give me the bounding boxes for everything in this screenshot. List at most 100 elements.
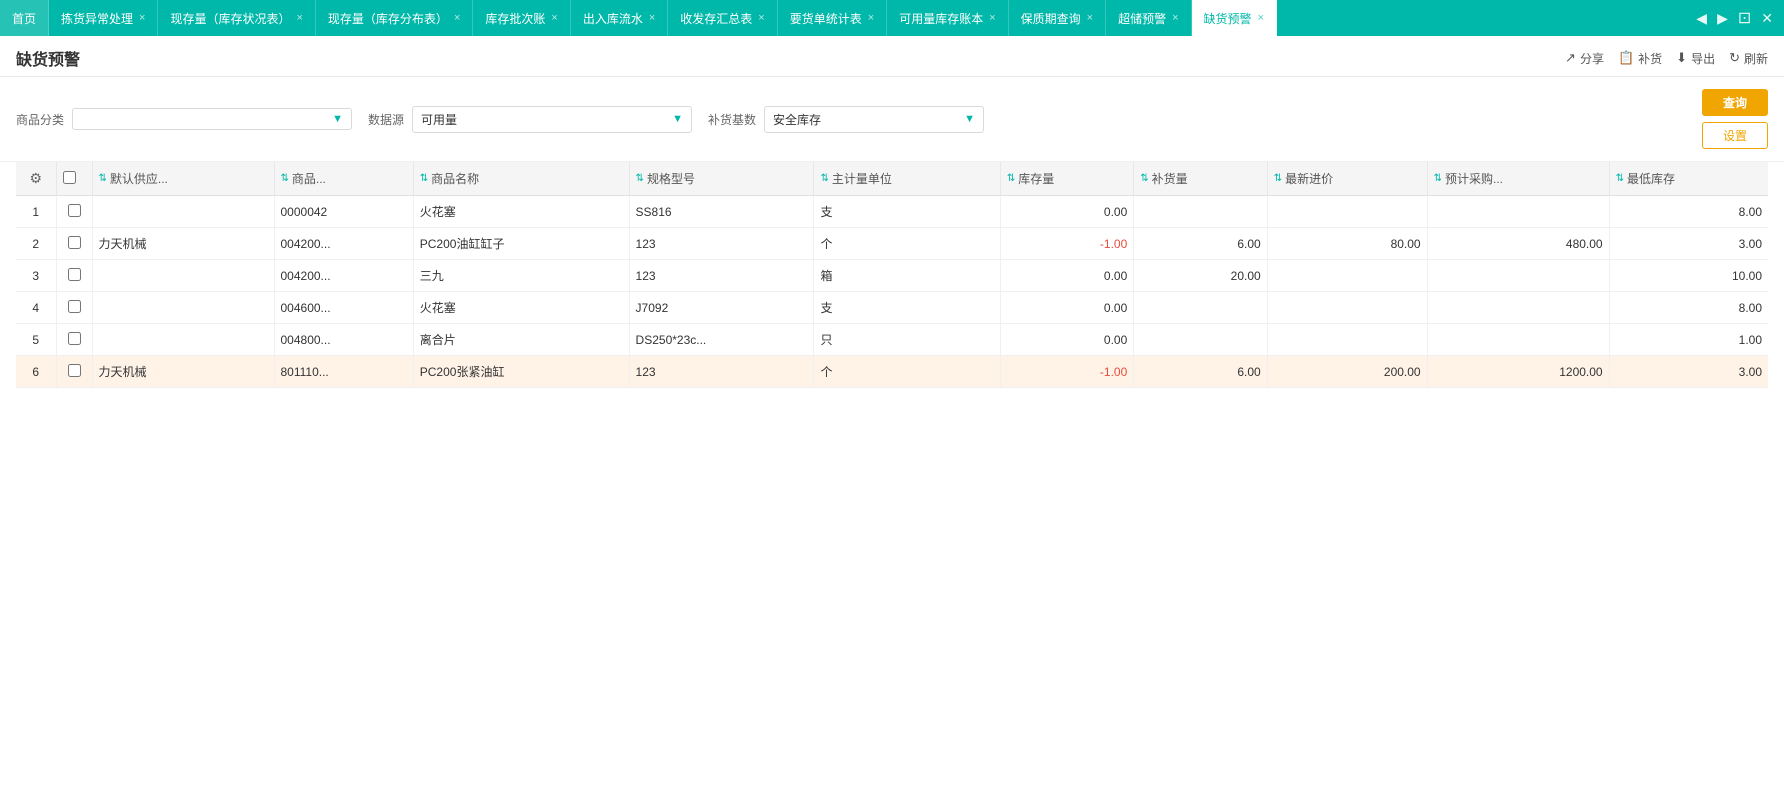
nav-tab-close-6[interactable]: × (758, 12, 764, 24)
replenish-icon: 📋 (1618, 50, 1634, 66)
th-checkbox (56, 162, 92, 196)
nav-tab-close-4[interactable]: × (551, 12, 557, 24)
page-content: 缺货预警 ↗ 分享 📋 补货 ⬇ 导出 ↻ 刷新 商品分类 (0, 36, 1784, 796)
nav-tab-5[interactable]: 出入库流水× (571, 0, 668, 36)
nav-tab-close-8[interactable]: × (989, 12, 995, 24)
filter-actions: 查询 设置 (1702, 89, 1768, 149)
row-checkbox-1[interactable] (56, 228, 92, 260)
replenish-select-value: 安全库存 (773, 111, 958, 128)
row-checkbox-input-1[interactable] (68, 236, 81, 249)
row-min-stock-5: 3.00 (1609, 356, 1768, 388)
row-index-4: 5 (16, 324, 56, 356)
nav-close-btn[interactable]: ✕ (1756, 10, 1778, 27)
nav-tab-close-7[interactable]: × (868, 12, 874, 24)
row-code-0: 0000042 (274, 196, 413, 228)
row-replenish-1: 6.00 (1134, 228, 1267, 260)
row-checkbox-2[interactable] (56, 260, 92, 292)
th-spec-sort-icon: ⇅ (636, 173, 644, 184)
row-checkbox-0[interactable] (56, 196, 92, 228)
nav-tab-4[interactable]: 库存批次账× (473, 0, 570, 36)
row-stock-5: -1.00 (1000, 356, 1133, 388)
nav-tab-8[interactable]: 可用量库存账本× (887, 0, 1008, 36)
nav-tab-close-9[interactable]: × (1087, 12, 1093, 24)
th-min-stock: ⇅ 最低库存 (1609, 162, 1768, 196)
nav-tab-close-10[interactable]: × (1172, 12, 1178, 24)
export-label: 导出 (1691, 50, 1715, 67)
row-name-1: PC200油缸缸子 (413, 228, 629, 260)
nav-tab-close-11[interactable]: × (1258, 12, 1264, 24)
row-checkbox-input-4[interactable] (68, 332, 81, 345)
nav-tab-11[interactable]: 缺货预警× (1192, 0, 1277, 36)
row-supplier-3 (92, 292, 274, 324)
th-expected-sort-icon: ⇅ (1434, 173, 1442, 184)
nav-tab-9[interactable]: 保质期查询× (1009, 0, 1106, 36)
row-spec-0: SS816 (629, 196, 814, 228)
row-checkbox-5[interactable] (56, 356, 92, 388)
row-supplier-2 (92, 260, 274, 292)
table-row: 4004600...火花塞J7092支0.008.00 (16, 292, 1768, 324)
th-code: ⇅ 商品... (274, 162, 413, 196)
th-unit-label: 主计量单位 (832, 170, 892, 187)
datasource-filter-group: 数据源 可用量 ▼ (368, 106, 692, 133)
row-spec-4: DS250*23c... (629, 324, 814, 356)
nav-tab-1[interactable]: 拣货异常处理× (49, 0, 158, 36)
refresh-button[interactable]: ↻ 刷新 (1729, 50, 1768, 67)
th-name: ⇅ 商品名称 (413, 162, 629, 196)
table-gear-icon[interactable]: ⚙ (29, 170, 42, 187)
th-replenish-sort-icon: ⇅ (1140, 173, 1148, 184)
nav-prev-btn[interactable]: ◀ (1691, 10, 1712, 27)
row-checkbox-input-2[interactable] (68, 268, 81, 281)
row-code-2: 004200... (274, 260, 413, 292)
row-spec-5: 123 (629, 356, 814, 388)
query-button[interactable]: 查询 (1702, 89, 1768, 116)
export-button[interactable]: ⬇ 导出 (1676, 50, 1715, 67)
row-index-3: 4 (16, 292, 56, 324)
category-select[interactable]: ▼ (72, 108, 352, 130)
row-replenish-0 (1134, 196, 1267, 228)
nav-tab-close-5[interactable]: × (649, 12, 655, 24)
row-min-stock-3: 8.00 (1609, 292, 1768, 324)
nav-tab-10[interactable]: 超储预警× (1106, 0, 1191, 36)
datasource-select[interactable]: 可用量 ▼ (412, 106, 692, 133)
row-spec-3: J7092 (629, 292, 814, 324)
row-name-0: 火花塞 (413, 196, 629, 228)
row-checkbox-4[interactable] (56, 324, 92, 356)
row-checkbox-input-5[interactable] (68, 364, 81, 377)
table-wrapper: ⚙ ⇅ 默认供应... ⇅ (0, 162, 1784, 388)
th-stock: ⇅ 库存量 (1000, 162, 1133, 196)
th-expected-label: 预计采购... (1445, 170, 1503, 187)
row-name-4: 离合片 (413, 324, 629, 356)
table-row: 5004800...离合片DS250*23c...只0.001.00 (16, 324, 1768, 356)
row-index-0: 1 (16, 196, 56, 228)
nav-tab-6[interactable]: 收发存汇总表× (668, 0, 777, 36)
row-replenish-2: 20.00 (1134, 260, 1267, 292)
share-button[interactable]: ↗ 分享 (1565, 50, 1604, 67)
nav-tab-7[interactable]: 要货单统计表× (778, 0, 887, 36)
nav-restore-btn[interactable]: ⊡ (1733, 8, 1756, 28)
replenish-button[interactable]: 📋 补货 (1618, 50, 1662, 67)
table-row: 6力天机械801110...PC200张紧油缸123个-1.006.00200.… (16, 356, 1768, 388)
page-header: 缺货预警 ↗ 分享 📋 补货 ⬇ 导出 ↻ 刷新 (0, 36, 1784, 77)
row-replenish-5: 6.00 (1134, 356, 1267, 388)
row-stock-1: -1.00 (1000, 228, 1133, 260)
select-all-checkbox[interactable] (63, 171, 76, 184)
row-min-stock-1: 3.00 (1609, 228, 1768, 260)
nav-tab-close-2[interactable]: × (296, 12, 302, 24)
th-replenish: ⇅ 补货量 (1134, 162, 1267, 196)
nav-tab-close-1[interactable]: × (139, 12, 145, 24)
th-name-label: 商品名称 (431, 170, 479, 187)
nav-next-btn[interactable]: ▶ (1712, 10, 1733, 27)
row-checkbox-input-0[interactable] (68, 204, 81, 217)
th-minstock-sort-icon: ⇅ (1616, 173, 1624, 184)
nav-tab-2[interactable]: 现存量（库存状况表）× (158, 0, 315, 36)
replenish-dropdown-arrow: ▼ (964, 113, 975, 125)
nav-tab-close-3[interactable]: × (454, 12, 460, 24)
replenish-select[interactable]: 安全库存 ▼ (764, 106, 984, 133)
settings-button[interactable]: 设置 (1702, 122, 1768, 149)
nav-tab-3[interactable]: 现存量（库存分布表）× (316, 0, 473, 36)
nav-tab-0[interactable]: 首页 (0, 0, 49, 36)
row-checkbox-input-3[interactable] (68, 300, 81, 313)
row-checkbox-3[interactable] (56, 292, 92, 324)
row-supplier-4 (92, 324, 274, 356)
row-stock-0: 0.00 (1000, 196, 1133, 228)
